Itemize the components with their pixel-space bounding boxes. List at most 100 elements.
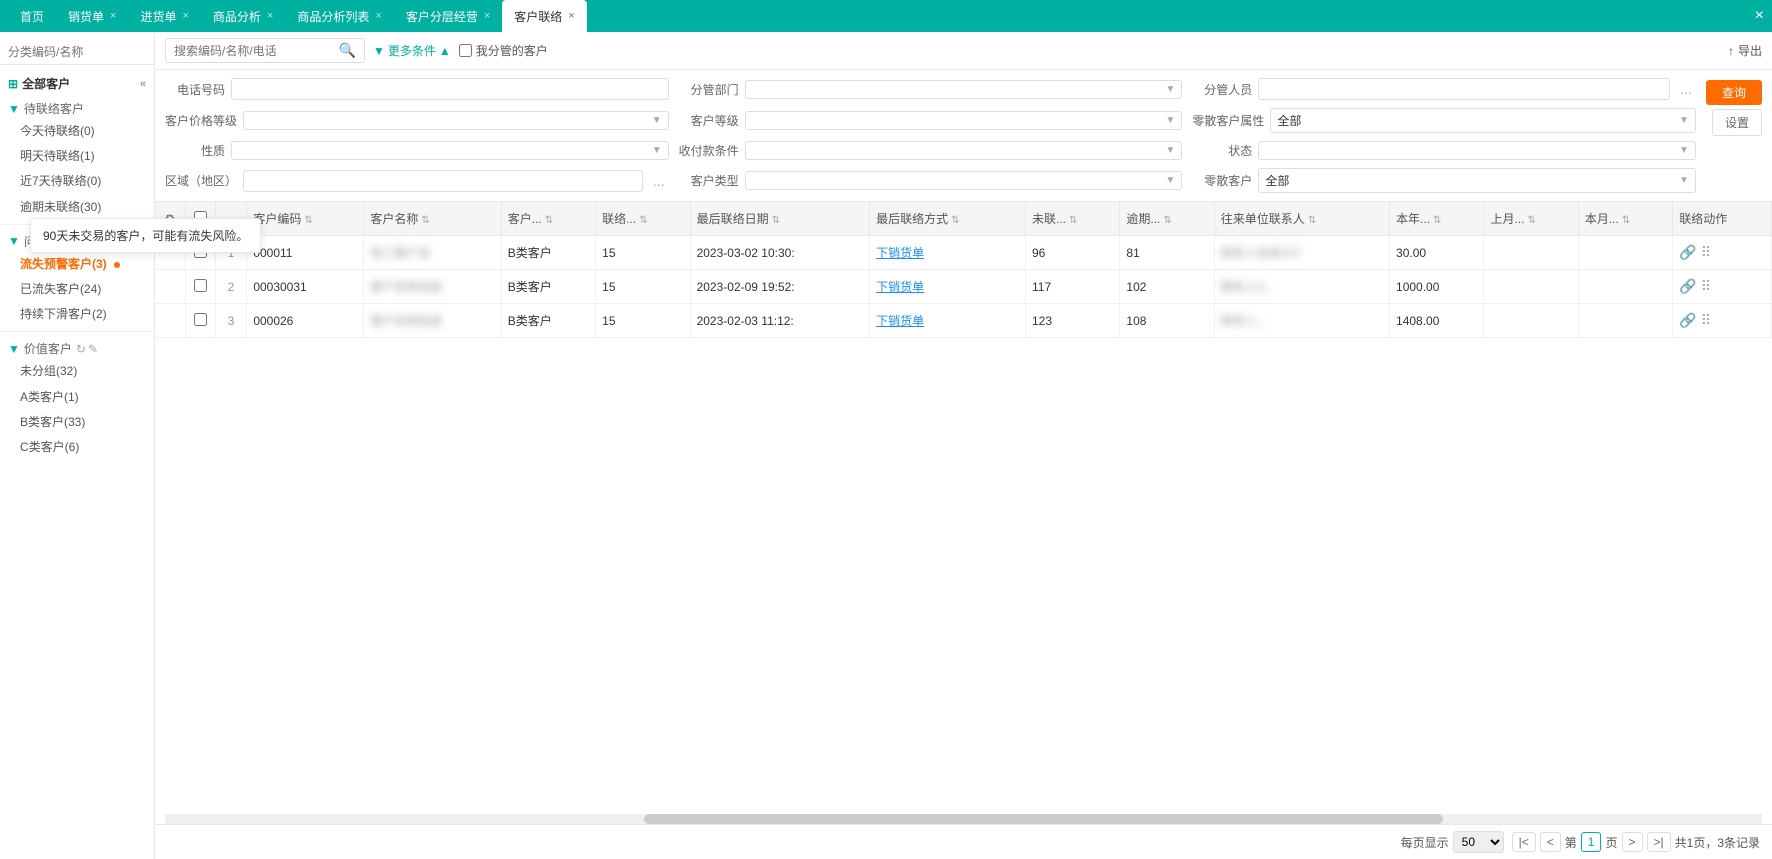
my-customers-checkbox[interactable] [459,44,472,57]
sidebar-item-tomorrow-contact[interactable]: 明天待联络(1) [0,144,154,169]
sidebar-search-box[interactable]: 🔍 [0,40,154,65]
col-this-month[interactable]: 本月...⇅ [1578,202,1672,236]
sidebar-item-churned[interactable]: 已流失客户(24) [0,277,154,302]
sidebar-item-c-class[interactable]: C类客户(6) [0,435,154,460]
filter-customer-grade-select[interactable]: ▼ [745,111,1183,130]
filter-price-grade-select[interactable]: ▼ [243,111,669,130]
page-size-select[interactable]: 50 100 200 [1453,831,1504,853]
tab-customer-tier[interactable]: 客户分层经营 × [394,0,502,32]
value-customers-edit-icon[interactable]: ✎ [88,342,98,356]
filter-region-more[interactable]: ... [649,173,669,189]
close-tab-purchase-order[interactable]: × [182,10,188,22]
scrollbar-thumb[interactable] [644,814,1443,824]
row2-action-icons: 🔗 ⠿ [1679,278,1765,295]
filter-manager-more[interactable]: ... [1676,81,1696,97]
col-code[interactable]: 客户编码⇅ [247,202,364,236]
export-button[interactable]: ↑ 导出 [1728,42,1762,59]
search-box[interactable]: 🔍 [165,38,365,63]
filter-dept-select[interactable]: ▼ [745,80,1183,99]
filter-manager-input[interactable] [1258,78,1670,100]
col-overdue[interactable]: 逾期...⇅ [1120,202,1214,236]
sort-icon-no-contact: ⇅ [1069,215,1077,226]
section-arrow-value: ▼ [8,342,20,356]
tab-bar: 首页 销货单 × 进货单 × 商品分析 × 商品分析列表 × 客户分层经营 × … [0,0,1772,32]
sidebar-search-input[interactable] [8,45,155,59]
filter-region: 区域（地区） ... [165,170,669,192]
close-tab-product-analysis-list[interactable]: × [375,10,381,22]
sort-icon-code: ⇅ [304,215,312,226]
filter-nature-select[interactable]: ▼ [231,141,669,160]
tab-purchase-order[interactable]: 进货单 × [128,0,200,32]
row1-grid-icon[interactable]: ⠿ [1701,244,1711,261]
filter-region-input[interactable] [243,170,643,192]
col-name[interactable]: 客户名称⇅ [364,202,501,236]
col-last-method[interactable]: 最后联络方式⇅ [870,202,1026,236]
sidebar-item-declining[interactable]: 持续下滑客户(2) [0,302,154,327]
close-tab-product-analysis[interactable]: × [267,10,273,22]
section-arrow-problem: ▼ [8,234,20,248]
col-this-year[interactable]: 本年...⇅ [1390,202,1484,236]
row3-contact: 15 [596,304,690,338]
filter-phone-input[interactable] [231,78,669,100]
prev-page-button[interactable]: < [1540,832,1561,852]
filter-retail-attr-select[interactable]: 全部 ▼ [1270,108,1696,133]
window-close-button[interactable]: × [1755,7,1764,25]
row3-link-icon[interactable]: 🔗 [1679,312,1696,329]
col-last-date[interactable]: 最后联络日期⇅ [690,202,870,236]
row2-select[interactable] [194,279,207,292]
next-page-button[interactable]: > [1622,832,1643,852]
sidebar-item-b-class[interactable]: B类客户(33) [0,410,154,435]
horizontal-scrollbar[interactable] [165,814,1762,824]
tab-sales-order[interactable]: 销货单 × [56,0,128,32]
close-tab-customer-tier[interactable]: × [484,10,490,22]
row3-checkbox[interactable] [185,304,215,338]
filter-retail-select[interactable]: 全部 ▼ [1258,168,1696,193]
col-contact[interactable]: 联络...⇅ [596,202,690,236]
my-customers-checkbox-label[interactable]: 我分管的客户 [459,42,548,59]
value-customers-refresh-icon[interactable]: ↻ [76,342,86,356]
close-tab-customer-contact[interactable]: × [568,10,574,22]
sidebar-item-7day-contact[interactable]: 近7天待联络(0) [0,169,154,194]
tab-product-analysis[interactable]: 商品分析 × [201,0,285,32]
all-customers-header[interactable]: ⊞ 全部客户 « [0,71,154,96]
sidebar-item-overdue-contact[interactable]: 逾期未联络(30) [0,195,154,220]
row3-grid-icon[interactable]: ⠿ [1701,312,1711,329]
row1-contact: 15 [596,236,690,270]
tab-home[interactable]: 首页 [8,0,56,32]
row2-grid-icon[interactable]: ⠿ [1701,278,1711,295]
col-type[interactable]: 客户...⇅ [501,202,595,236]
close-tab-sales-order[interactable]: × [110,10,116,22]
more-conditions-button[interactable]: ▼ 更多条件 ▲ [373,42,451,59]
last-page-button[interactable]: >| [1647,832,1671,852]
row2-last-method[interactable]: 下销货单 [870,270,1026,304]
main-search-icon[interactable]: 🔍 [339,42,356,59]
col-related[interactable]: 往来单位联系人⇅ [1214,202,1389,236]
sidebar-item-a-class[interactable]: A类客户(1) [0,385,154,410]
sidebar-item-ungrouped[interactable]: 未分组(32) [0,359,154,384]
sidebar-item-churn-warning[interactable]: 流失预警客户(3) [0,252,154,277]
filter-retail: 零散客户 全部 ▼ [1192,168,1696,193]
filter-customer-type-select[interactable]: ▼ [745,171,1183,190]
row2-contact: 15 [596,270,690,304]
row2-checkbox[interactable] [185,270,215,304]
filter-status-select[interactable]: ▼ [1258,141,1696,160]
settings-button[interactable]: 设置 [1712,109,1762,136]
col-last-month[interactable]: 上月...⇅ [1484,202,1578,236]
row1-last-method[interactable]: 下销货单 [870,236,1026,270]
row3-this-month [1578,304,1672,338]
first-page-button[interactable]: |< [1512,832,1536,852]
sidebar-item-today-contact[interactable]: 今天待联络(0) [0,119,154,144]
row3-index: 3 [215,304,247,338]
filter-payment-select[interactable]: ▼ [745,141,1183,160]
row2-link-icon[interactable]: 🔗 [1679,278,1696,295]
row1-link-icon[interactable]: 🔗 [1679,244,1696,261]
col-no-contact[interactable]: 未联...⇅ [1025,202,1119,236]
query-button[interactable]: 查询 [1706,80,1762,105]
tab-customer-contact[interactable]: 客户联络 × [502,0,586,32]
row3-select[interactable] [194,313,207,326]
main-search-input[interactable] [174,44,339,58]
tab-product-analysis-list[interactable]: 商品分析列表 × [285,0,393,32]
row3-last-method[interactable]: 下销货单 [870,304,1026,338]
toolbar: 🔍 ▼ 更多条件 ▲ 我分管的客户 ↑ 导出 [155,32,1772,70]
table-row: 3 000026 客户名称信息 B类客户 15 2023-02-03 11:12… [155,304,1772,338]
